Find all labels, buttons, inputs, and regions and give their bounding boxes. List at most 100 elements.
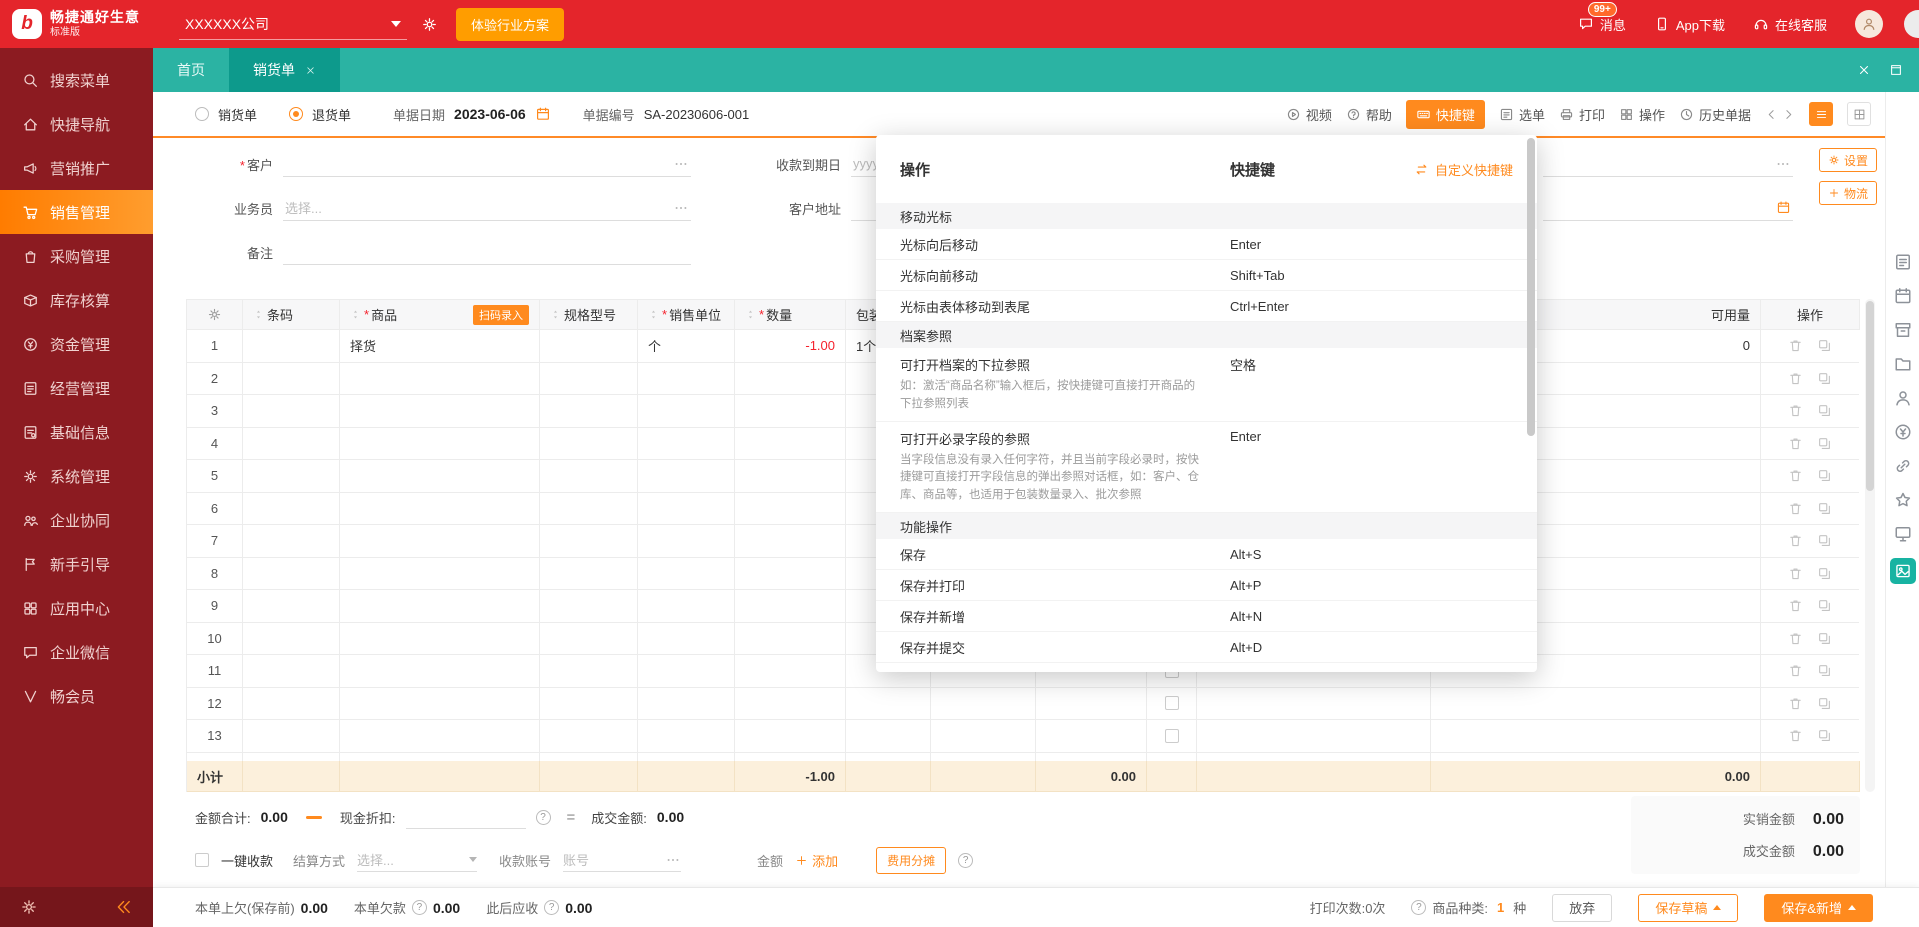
quick-receipt-checkbox[interactable] — [195, 853, 209, 867]
table-cell[interactable] — [1761, 687, 1859, 720]
copy-row-icon[interactable] — [1817, 696, 1832, 711]
grid-view-toggle[interactable] — [1847, 102, 1871, 126]
copy-row-icon[interactable] — [1817, 533, 1832, 548]
this-debt-help-icon[interactable]: ? — [411, 900, 427, 915]
copy-row-icon[interactable] — [1817, 663, 1832, 678]
table-cell[interactable] — [1147, 720, 1197, 753]
table-cell[interactable]: 个 — [638, 330, 735, 363]
table-cell[interactable] — [340, 590, 540, 623]
table-cell[interactable] — [735, 362, 846, 395]
copy-row-icon[interactable] — [1817, 631, 1832, 646]
radio-return-order[interactable] — [289, 107, 304, 121]
table-cell[interactable]: 12 — [187, 687, 243, 720]
table-cell[interactable] — [1147, 687, 1197, 720]
customize-shortcut-link[interactable]: 自定义快捷键 — [1414, 160, 1513, 179]
toolbar-action-shortcuts[interactable]: 快捷键 — [1405, 99, 1485, 129]
company-select[interactable]: XXXXXX公司 — [179, 9, 407, 40]
table-cell[interactable] — [340, 525, 540, 558]
delete-row-icon[interactable] — [1788, 436, 1803, 451]
table-cell[interactable]: -1.00 — [735, 330, 846, 363]
table-cell[interactable] — [243, 330, 340, 363]
messages-button[interactable]: 99+ 消息 — [1578, 1, 1626, 34]
table-cell[interactable] — [735, 557, 846, 590]
sidebar-item-business[interactable]: 经营管理 — [0, 366, 153, 410]
sidebar-item-marketing[interactable]: 营销推广 — [0, 146, 153, 190]
coin-tool-icon[interactable] — [1893, 422, 1913, 442]
table-cell[interactable] — [340, 752, 540, 761]
table-cell[interactable] — [540, 395, 638, 428]
table-cell[interactable] — [340, 395, 540, 428]
table-cell[interactable] — [1761, 395, 1859, 428]
calendar-tool-icon[interactable] — [1893, 286, 1913, 306]
table-cell[interactable] — [1761, 557, 1859, 590]
save-draft-button[interactable]: 保存草稿 — [1638, 893, 1739, 922]
table-cell[interactable] — [243, 655, 340, 688]
table-cell[interactable] — [1761, 525, 1859, 558]
table-cell[interactable] — [1761, 655, 1859, 688]
table-cell[interactable] — [1761, 362, 1859, 395]
table-cell[interactable] — [638, 525, 735, 558]
row-checkbox[interactable] — [1164, 696, 1179, 711]
copy-row-icon[interactable] — [1817, 728, 1832, 743]
table-cell[interactable] — [638, 460, 735, 493]
sidebar-item-basic-info[interactable]: 基础信息 — [0, 410, 153, 454]
table-cell[interactable] — [638, 492, 735, 525]
table-cell[interactable] — [243, 395, 340, 428]
tab-sales-order[interactable]: 销货单 — [229, 48, 340, 92]
app-download-button[interactable]: App下载 — [1654, 15, 1725, 34]
table-cell[interactable] — [340, 557, 540, 590]
copy-row-icon[interactable] — [1817, 436, 1832, 451]
extra-date-field[interactable] — [1543, 195, 1793, 221]
salesman-more-icon[interactable] — [673, 200, 689, 216]
close-all-tabs-icon[interactable] — [1857, 63, 1871, 77]
delete-row-icon[interactable] — [1788, 533, 1803, 548]
sidebar-item-guide[interactable]: 新手引导 — [0, 542, 153, 586]
sidebar-item-member[interactable]: 畅会员 — [0, 674, 153, 718]
avatar[interactable] — [1855, 10, 1883, 38]
fee-share-help-icon[interactable]: ? — [958, 852, 974, 868]
extra-ref-field[interactable] — [1543, 151, 1793, 177]
table-cell[interactable]: 13 — [187, 720, 243, 753]
company-settings-gear-icon[interactable] — [421, 16, 438, 33]
table-cell[interactable] — [638, 720, 735, 753]
monitor-tool-icon[interactable] — [1893, 524, 1913, 544]
delete-row-icon[interactable] — [1788, 631, 1803, 646]
table-cell[interactable] — [540, 557, 638, 590]
table-cell[interactable] — [540, 525, 638, 558]
table-cell[interactable]: 3 — [187, 395, 243, 428]
account-more-icon[interactable] — [665, 852, 681, 868]
table-cell[interactable]: 9 — [187, 590, 243, 623]
calendar-icon[interactable] — [1776, 200, 1791, 215]
table-cell[interactable] — [340, 687, 540, 720]
toolbar-action-print[interactable]: 打印 — [1559, 105, 1605, 124]
delete-row-icon[interactable] — [1788, 371, 1803, 386]
table-cell[interactable] — [638, 655, 735, 688]
table-cell[interactable] — [540, 655, 638, 688]
copy-row-icon[interactable] — [1817, 598, 1832, 613]
table-cell[interactable] — [1197, 720, 1431, 753]
table-cell[interactable] — [540, 687, 638, 720]
table-cell[interactable] — [735, 687, 846, 720]
copy-row-icon[interactable] — [1817, 501, 1832, 516]
column-header[interactable]: 规格型号 — [540, 299, 638, 330]
fee-share-button[interactable]: 费用分摊 — [876, 846, 947, 874]
add-payment-button[interactable]: 添加 — [795, 851, 838, 870]
close-tab-icon[interactable] — [305, 65, 316, 76]
table-cell[interactable] — [540, 590, 638, 623]
table-cell[interactable] — [931, 752, 1036, 761]
cash-discount-input[interactable] — [405, 805, 526, 829]
delete-row-icon[interactable] — [1788, 696, 1803, 711]
copy-row-icon[interactable] — [1817, 566, 1832, 581]
sidebar-settings-gear-icon[interactable] — [20, 898, 38, 916]
sidebar-item-funds[interactable]: 资金管理 — [0, 322, 153, 366]
table-cell[interactable] — [243, 720, 340, 753]
table-cell[interactable] — [638, 622, 735, 655]
table-cell[interactable]: 1 — [187, 330, 243, 363]
sidebar-item-collaboration[interactable]: 企业协同 — [0, 498, 153, 542]
kinds-help-icon[interactable]: ? — [1411, 900, 1427, 915]
list-view-toggle[interactable] — [1809, 102, 1833, 126]
table-cell[interactable] — [1036, 720, 1147, 753]
table-cell[interactable] — [540, 622, 638, 655]
table-cell[interactable] — [540, 427, 638, 460]
radio-sales-order[interactable] — [195, 107, 209, 121]
